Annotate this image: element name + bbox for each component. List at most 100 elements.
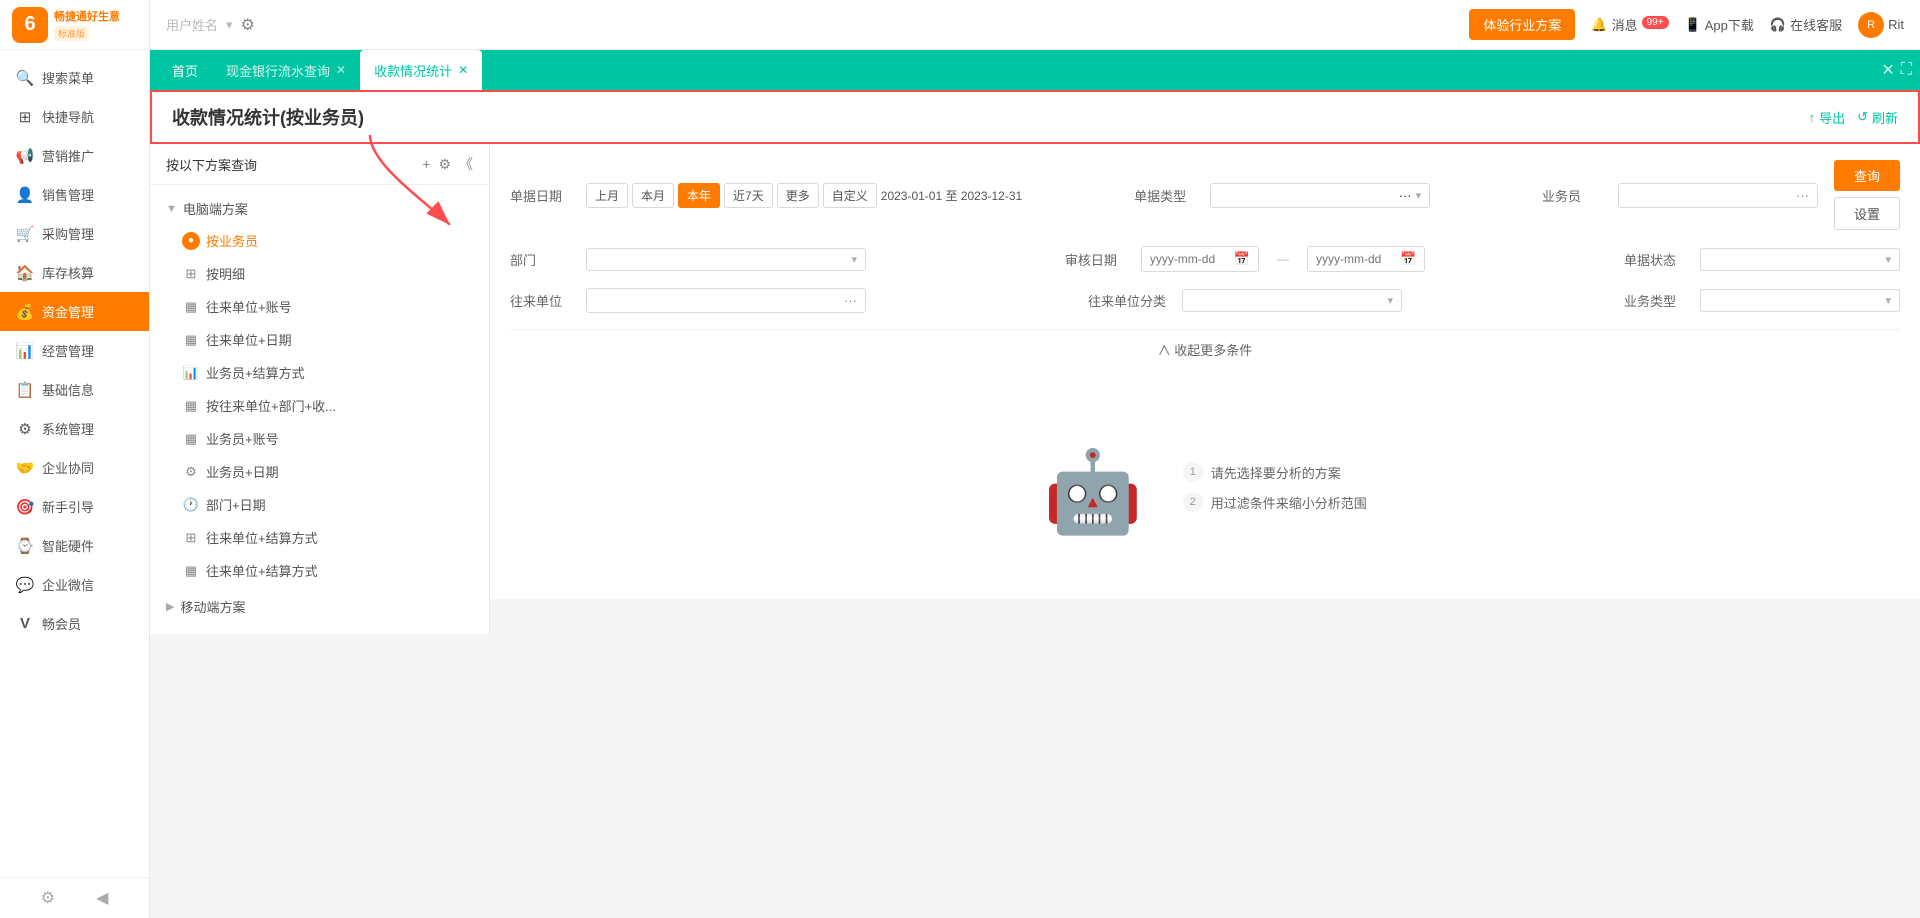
sidebar-item-quicknav[interactable]: ⊞ 快捷导航 — [0, 97, 149, 136]
purchase-icon: 🛒 — [16, 225, 34, 243]
tab-home[interactable]: 首页 — [158, 50, 212, 90]
counterpart-category-filter-select[interactable]: ▾ — [1182, 289, 1402, 312]
sidebar-item-sales[interactable]: 👤 销售管理 — [0, 175, 149, 214]
sidebar-item-guide[interactable]: 🎯 新手引导 — [0, 487, 149, 526]
scheme-item-by-detail[interactable]: ⊞ 按明细 — [158, 257, 489, 290]
filter-row-3: 往来单位 ··· 往来单位分类 ▾ — [510, 288, 1900, 313]
scheme-item-by-salesperson[interactable]: ● 按业务员 — [158, 224, 489, 257]
logo-icon: 6 — [12, 7, 48, 43]
counterpart-filter-select[interactable]: ··· — [586, 288, 866, 313]
notification-btn[interactable]: 🔔 消息 99+ — [1591, 15, 1668, 34]
sidebar-item-hardware[interactable]: ⌚ 智能硬件 — [0, 526, 149, 565]
header-dropdown-icon[interactable]: ▾ — [226, 17, 233, 33]
biz-type-filter-select[interactable]: ▾ — [1700, 289, 1900, 312]
sidebar-item-weixin[interactable]: 💬 企业微信 — [0, 565, 149, 604]
scheme-group-mobile-title[interactable]: ▶ 移动端方案 — [150, 591, 489, 622]
query-button[interactable]: 查询 — [1834, 160, 1900, 191]
sidebar-item-capital[interactable]: 💰 资金管理 — [0, 292, 149, 331]
date-btn-last-month[interactable]: 上月 — [586, 183, 628, 208]
sidebar-item-enterprise[interactable]: 🤝 企业协同 — [0, 448, 149, 487]
scheme-group-mobile: ▶ 移动端方案 — [150, 591, 489, 622]
sidebar-item-member[interactable]: V 畅会员 — [0, 604, 149, 643]
sidebar-item-search[interactable]: 🔍 搜索菜单 — [0, 58, 149, 97]
date-btn-this-month[interactable]: 本月 — [632, 183, 674, 208]
notification-label: 消息 — [1612, 15, 1638, 34]
header-breadcrumb: 用户姓名 — [166, 15, 218, 34]
scheme-settings-icon[interactable]: ⚙ — [438, 156, 451, 173]
header-gear-icon[interactable]: ⚙ — [241, 15, 255, 35]
gear-icon: ⚙ — [182, 463, 200, 481]
scheme-group-pc: ▼ 电脑端方案 ● 按业务员 ⊞ — [150, 193, 489, 587]
type-more-dots[interactable]: ··· — [1399, 188, 1412, 203]
refresh-btn[interactable]: ↺ 刷新 — [1857, 108, 1898, 127]
online-service-btn[interactable]: 🎧 在线客服 — [1770, 15, 1842, 34]
pc-group-arrow: ▼ — [166, 203, 177, 215]
date-btn-this-year[interactable]: 本年 — [678, 183, 720, 208]
scheme-collapse-icon[interactable]: 《 — [459, 154, 473, 174]
biz-type-filter-label: 业务类型 — [1624, 291, 1684, 310]
audit-from-field[interactable] — [1150, 252, 1230, 266]
calendar-to-icon[interactable]: 📅 — [1400, 251, 1416, 267]
tab-collect[interactable]: 收款情况统计 ✕ — [360, 50, 482, 90]
settings-bottom-icon[interactable]: ⚙ — [41, 888, 55, 908]
scheme-item-counterpart-account[interactable]: ▦ 往来单位+账号 — [158, 290, 489, 323]
collapse-conditions-btn[interactable]: ∧ 收起更多条件 — [510, 329, 1900, 369]
page-content: 收款情况统计(按业务员) ↑ 导出 ↺ 刷新 按以下方 — [150, 90, 1920, 918]
date-filter-label: 单据日期 — [510, 186, 570, 205]
date-btn-7days[interactable]: 近7天 — [724, 183, 773, 208]
sidebar-item-marketing[interactable]: 📢 营销推广 — [0, 136, 149, 175]
trial-button[interactable]: 体验行业方案 — [1469, 9, 1575, 40]
scheme-item-salesperson-date[interactable]: ⚙ 业务员+日期 — [158, 455, 489, 488]
notification-count: 99+ — [1642, 16, 1669, 29]
settings-button[interactable]: 设置 — [1834, 197, 1900, 230]
counterpart-category-filter-label: 往来单位分类 — [1088, 291, 1166, 310]
bill-status-chevron-icon: ▾ — [1885, 253, 1891, 266]
system-icon: ⚙ — [16, 420, 34, 438]
scheme-item-salesperson-account[interactable]: ▦ 业务员+账号 — [158, 422, 489, 455]
header-actions: 体验行业方案 🔔 消息 99+ 📱 App下载 🎧 在线客服 R Rit — [1469, 9, 1904, 40]
date-btn-more[interactable]: 更多 — [777, 183, 819, 208]
scheme-add-icon[interactable]: + — [422, 156, 430, 172]
bill-status-filter-select[interactable]: ▾ — [1700, 248, 1900, 271]
counterpart-more-dots[interactable]: ··· — [844, 293, 857, 308]
collapse-sidebar-icon[interactable]: ◀ — [96, 888, 108, 908]
tab-bank[interactable]: 现金银行流水查询 ✕ — [212, 50, 360, 90]
cc-chevron-icon: ▾ — [1387, 294, 1393, 307]
date-btn-custom[interactable]: 自定义 — [823, 183, 877, 208]
scheme-item-counterpart-settle1[interactable]: ⊞ 往来单位+结算方式 — [158, 521, 489, 554]
guide-icon: 🎯 — [16, 498, 34, 516]
tab-fullscreen-icon[interactable]: ⛶ — [1901, 61, 1912, 79]
scheme-item-counterpart-date[interactable]: ▦ 往来单位+日期 — [158, 323, 489, 356]
scheme-item-salesperson-settle[interactable]: 📊 业务员+结算方式 — [158, 356, 489, 389]
calendar-from-icon[interactable]: 📅 — [1234, 251, 1250, 267]
scheme-item-counterpart-settle2[interactable]: ▦ 往来单位+结算方式 — [158, 554, 489, 587]
salesperson-filter-select[interactable]: ··· — [1618, 183, 1818, 208]
logo-app-name: 畅捷通好生意 — [54, 8, 120, 24]
operation-icon: 📊 — [16, 342, 34, 360]
scheme-item-by-counterpart-dept[interactable]: ▦ 按往来单位+部门+收... — [158, 389, 489, 422]
sidebar: 6 畅捷通好生意 标准版 🔍 搜索菜单 ⊞ 快捷导航 📢 营销推广 👤 销 — [0, 0, 150, 918]
audit-to-field[interactable] — [1316, 252, 1396, 266]
scheme-group-pc-title[interactable]: ▼ 电脑端方案 — [150, 193, 489, 224]
tab-collect-close[interactable]: ✕ — [458, 63, 468, 77]
page-header-actions: ↑ 导出 ↺ 刷新 — [1809, 108, 1898, 127]
tab-close-all-icon[interactable]: ✕ — [1881, 60, 1894, 80]
type-filter-select[interactable]: ··· ▾ — [1210, 183, 1430, 208]
app-download-btn[interactable]: 📱 App下载 — [1685, 15, 1754, 34]
dept-filter-select[interactable]: ▾ — [586, 248, 866, 271]
audit-to-input[interactable]: 📅 — [1307, 246, 1425, 272]
sidebar-item-inventory[interactable]: 🏠 库存核算 — [0, 253, 149, 292]
audit-from-input[interactable]: 📅 — [1141, 246, 1259, 272]
header-left: 用户姓名 ▾ ⚙ — [166, 15, 255, 35]
export-btn[interactable]: ↑ 导出 — [1809, 108, 1846, 127]
sidebar-item-basic[interactable]: 📋 基础信息 — [0, 370, 149, 409]
tab-bank-close[interactable]: ✕ — [336, 63, 346, 77]
user-name-display[interactable]: R Rit — [1858, 12, 1904, 38]
sidebar-item-purchase[interactable]: 🛒 采购管理 — [0, 214, 149, 253]
audit-date-filter-label: 审核日期 — [1065, 250, 1125, 269]
salesperson-more-dots[interactable]: ··· — [1796, 188, 1809, 203]
bill-status-filter-label: 单据状态 — [1624, 250, 1684, 269]
scheme-item-dept-date[interactable]: 🕐 部门+日期 — [158, 488, 489, 521]
sidebar-item-operation[interactable]: 📊 经营管理 — [0, 331, 149, 370]
sidebar-item-system[interactable]: ⚙ 系统管理 — [0, 409, 149, 448]
